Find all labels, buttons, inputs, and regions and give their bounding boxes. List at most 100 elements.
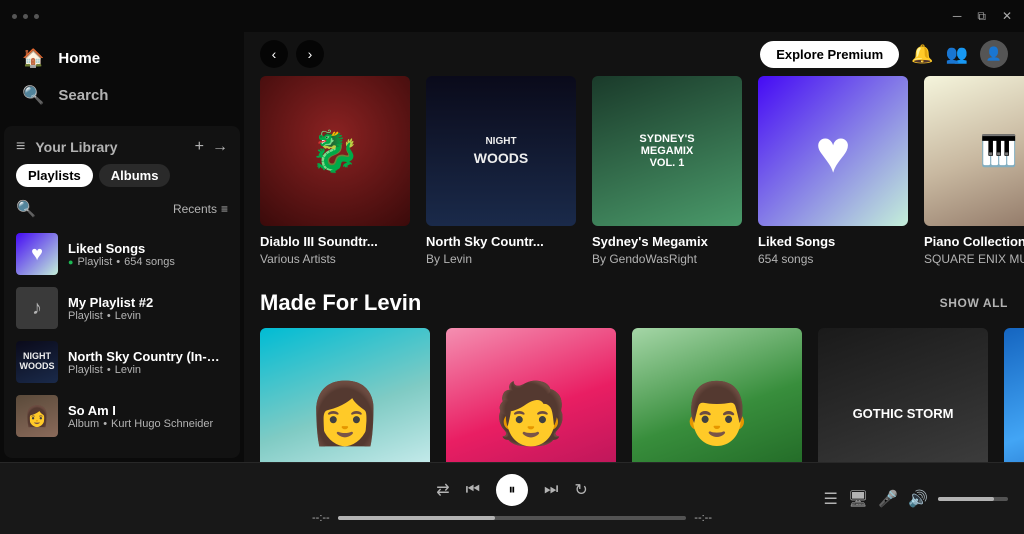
notifications-button[interactable]: 🔔 <box>911 44 933 65</box>
filter-playlists-button[interactable]: Playlists <box>16 164 93 187</box>
piano-thumb: 🎹 <box>924 76 1024 226</box>
liked-songs-card-thumb: ♥ <box>758 76 908 226</box>
card-northsky[interactable]: NIGHT WOODS North Sky Countr... By Levin <box>426 76 576 266</box>
northsky-card-thumb: NIGHT WOODS <box>426 76 576 226</box>
soami-name: So Am I <box>68 403 228 418</box>
sidebar-item-search[interactable]: 🔍 Search <box>12 77 232 114</box>
explore-premium-button[interactable]: Explore Premium <box>760 41 899 68</box>
card-liked[interactable]: ♥ Liked Songs 654 songs <box>758 76 908 266</box>
card-piano[interactable]: 🎹 Piano Collections... SQUARE ENIX MUSIC <box>924 76 1024 266</box>
minimize-button[interactable]: ─ <box>953 9 962 23</box>
list-item[interactable]: 👩 So Am I Album • Kurt Hugo Schneider <box>8 389 236 443</box>
diablo-title: Diablo III Soundtr... <box>260 234 410 249</box>
library-title: Your Library <box>35 139 117 155</box>
daily-mix-2-card[interactable]: 🧑 Daily Mix 2 ▶ Daily Mix 2 ROZEN, Nobuo… <box>446 328 616 462</box>
filter-albums-button[interactable]: Albums <box>99 164 171 187</box>
play-pause-button[interactable]: ⏸ <box>496 474 528 506</box>
diablo-thumb: 🐉 <box>260 76 410 226</box>
list-item[interactable]: ♥ Liked Songs ● Playlist • 654 songs <box>8 227 236 281</box>
sydney-thumb: SYDNEY'SMEGAMIXVOL. 1 <box>592 76 742 226</box>
sydney-sub: By GendoWasRight <box>592 252 742 266</box>
player-center: ⇄ ⏮ ⏸ ⏭ ↻ --:-- --:-- <box>216 474 808 524</box>
northsky-meta: Playlist • Levin <box>68 364 228 376</box>
devices-button[interactable]: 🖥 <box>848 489 868 509</box>
close-button[interactable]: ✕ <box>1002 9 1012 23</box>
heart-icon: ♥ <box>31 243 43 266</box>
daily-mix-3-thumb: 👨 Daily Mix 3 ▶ <box>632 328 802 462</box>
library-expand-button[interactable]: → <box>212 138 228 156</box>
library-search-button[interactable]: 🔍 <box>16 199 36 219</box>
made-for-title: Made For Levin <box>260 290 421 316</box>
playlist2-thumb: ♪ <box>16 287 58 329</box>
daily-mix-1-card[interactable]: 👩 Daily Mix 1 ▶ Daily Mix 1 Josh Whelche… <box>260 328 430 462</box>
show-all-button[interactable]: Show all <box>940 296 1008 310</box>
list-item[interactable]: NIGHT WOODS North Sky Country (In-Game) … <box>8 335 236 389</box>
diablo-sub: Various Artists <box>260 252 410 266</box>
playlist2-info: My Playlist #2 Playlist • Levin <box>68 295 228 322</box>
sydney-art: SYDNEY'SMEGAMIXVOL. 1 <box>592 76 742 226</box>
friend-activity-button[interactable]: 👥 <box>946 44 968 65</box>
sydney-title: Sydney's Megamix <box>592 234 742 249</box>
daily-mix-4-thumb: GOTHIC STORM Daily Mix 4 ▶ <box>818 328 988 462</box>
nav-forward-button[interactable]: › <box>296 40 324 68</box>
main-content: ‹ › Explore Premium 🔔 👥 👤 🐉 Diablo III S… <box>244 32 1024 462</box>
repeat-button[interactable]: ↻ <box>574 480 587 500</box>
user-profile-button[interactable]: 👤 <box>980 40 1008 68</box>
shuffle-button[interactable]: ⇄ <box>436 480 449 500</box>
daily-mix-4-card[interactable]: GOTHIC STORM Daily Mix 4 ▶ Daily Mix 4 G… <box>818 328 988 462</box>
progress-track[interactable] <box>338 516 687 520</box>
nav-back-button[interactable]: ‹ <box>260 40 288 68</box>
search-icon: 🔍 <box>22 85 44 106</box>
library-section: ≡ Your Library + → Playlists Albums 🔍 Re… <box>4 126 240 458</box>
library-add-button[interactable]: + <box>195 138 204 156</box>
heart-card-icon: ♥ <box>815 117 851 186</box>
library-actions: + → <box>195 138 228 156</box>
card-sydney[interactable]: SYDNEY'SMEGAMIXVOL. 1 Sydney's Megamix B… <box>592 76 742 266</box>
daily-mix-3-card[interactable]: 👨 Daily Mix 3 ▶ Daily Mix 3 Darren Ang, … <box>632 328 802 462</box>
top-bar-right: Explore Premium 🔔 👥 👤 <box>760 40 1008 68</box>
main-layout: 🏠 Home 🔍 Search ≡ Your Library + → P <box>0 32 1024 462</box>
title-bar-dots <box>12 14 39 19</box>
piano-art: 🎹 <box>924 76 1024 226</box>
title-dot-2 <box>23 14 28 19</box>
sidebar: 🏠 Home 🔍 Search ≡ Your Library + → P <box>0 32 244 462</box>
daily-mix-cards-row: 👩 Daily Mix 1 ▶ Daily Mix 1 Josh Whelche… <box>244 328 1024 462</box>
sidebar-item-home[interactable]: 🏠 Home <box>12 40 232 77</box>
daily-mix-5-card[interactable]: 🎸 Daily Mix 5 ▶ Daily Mix 5 Darren Korb,… <box>1004 328 1024 462</box>
previous-button[interactable]: ⏮ <box>466 481 480 499</box>
title-dot-3 <box>34 14 39 19</box>
volume-fill <box>938 497 994 501</box>
northsky-name: North Sky Country (In-Game) <box>68 349 228 364</box>
progress-bar-row: --:-- --:-- <box>312 512 712 524</box>
queue-button[interactable]: ☰ <box>824 489 838 509</box>
top-cards-row: 🐉 Diablo III Soundtr... Various Artists … <box>244 76 1024 282</box>
next-button[interactable]: ⏭ <box>544 481 558 499</box>
playlist2-meta: Playlist • Levin <box>68 310 228 322</box>
piano-title: Piano Collections... <box>924 234 1024 249</box>
maximize-button[interactable]: ⧉ <box>977 9 986 24</box>
mix5-art: 🎸 <box>1004 328 1024 462</box>
library-title-row: ≡ Your Library <box>16 138 118 156</box>
volume-button[interactable]: 🔊 <box>908 489 928 509</box>
player-controls: ⇄ ⏮ ⏸ ⏭ ↻ <box>436 474 588 506</box>
lyrics-button[interactable]: 🎤 <box>878 489 898 509</box>
northsky-card-sub: By Levin <box>426 252 576 266</box>
list-item[interactable]: ♪ My Playlist #2 Playlist • Levin <box>8 281 236 335</box>
liked-songs-card-title: Liked Songs <box>758 234 908 249</box>
diablo-art: 🐉 <box>260 76 410 226</box>
card-diablo[interactable]: 🐉 Diablo III Soundtr... Various Artists <box>260 76 410 266</box>
daily-mix-5-thumb: 🎸 Daily Mix 5 ▶ <box>1004 328 1024 462</box>
made-for-section-header: Made For Levin Show all <box>244 282 1024 328</box>
recents-list-icon: ≡ <box>221 202 228 216</box>
search-recents-row: 🔍 Recents ≡ <box>4 195 240 227</box>
mix3-art: 👨 <box>632 328 802 462</box>
sidebar-nav: 🏠 Home 🔍 Search <box>0 32 244 122</box>
top-bar: ‹ › Explore Premium 🔔 👥 👤 <box>244 32 1024 76</box>
piano-sub: SQUARE ENIX MUSIC <box>924 252 1024 266</box>
soami-meta: Album • Kurt Hugo Schneider <box>68 418 228 430</box>
recents-label[interactable]: Recents ≡ <box>173 202 228 216</box>
northsky-info: North Sky Country (In-Game) Playlist • L… <box>68 349 228 376</box>
liked-songs-card-sub: 654 songs <box>758 252 908 266</box>
progress-fill <box>338 516 495 520</box>
volume-slider[interactable] <box>938 497 1008 501</box>
